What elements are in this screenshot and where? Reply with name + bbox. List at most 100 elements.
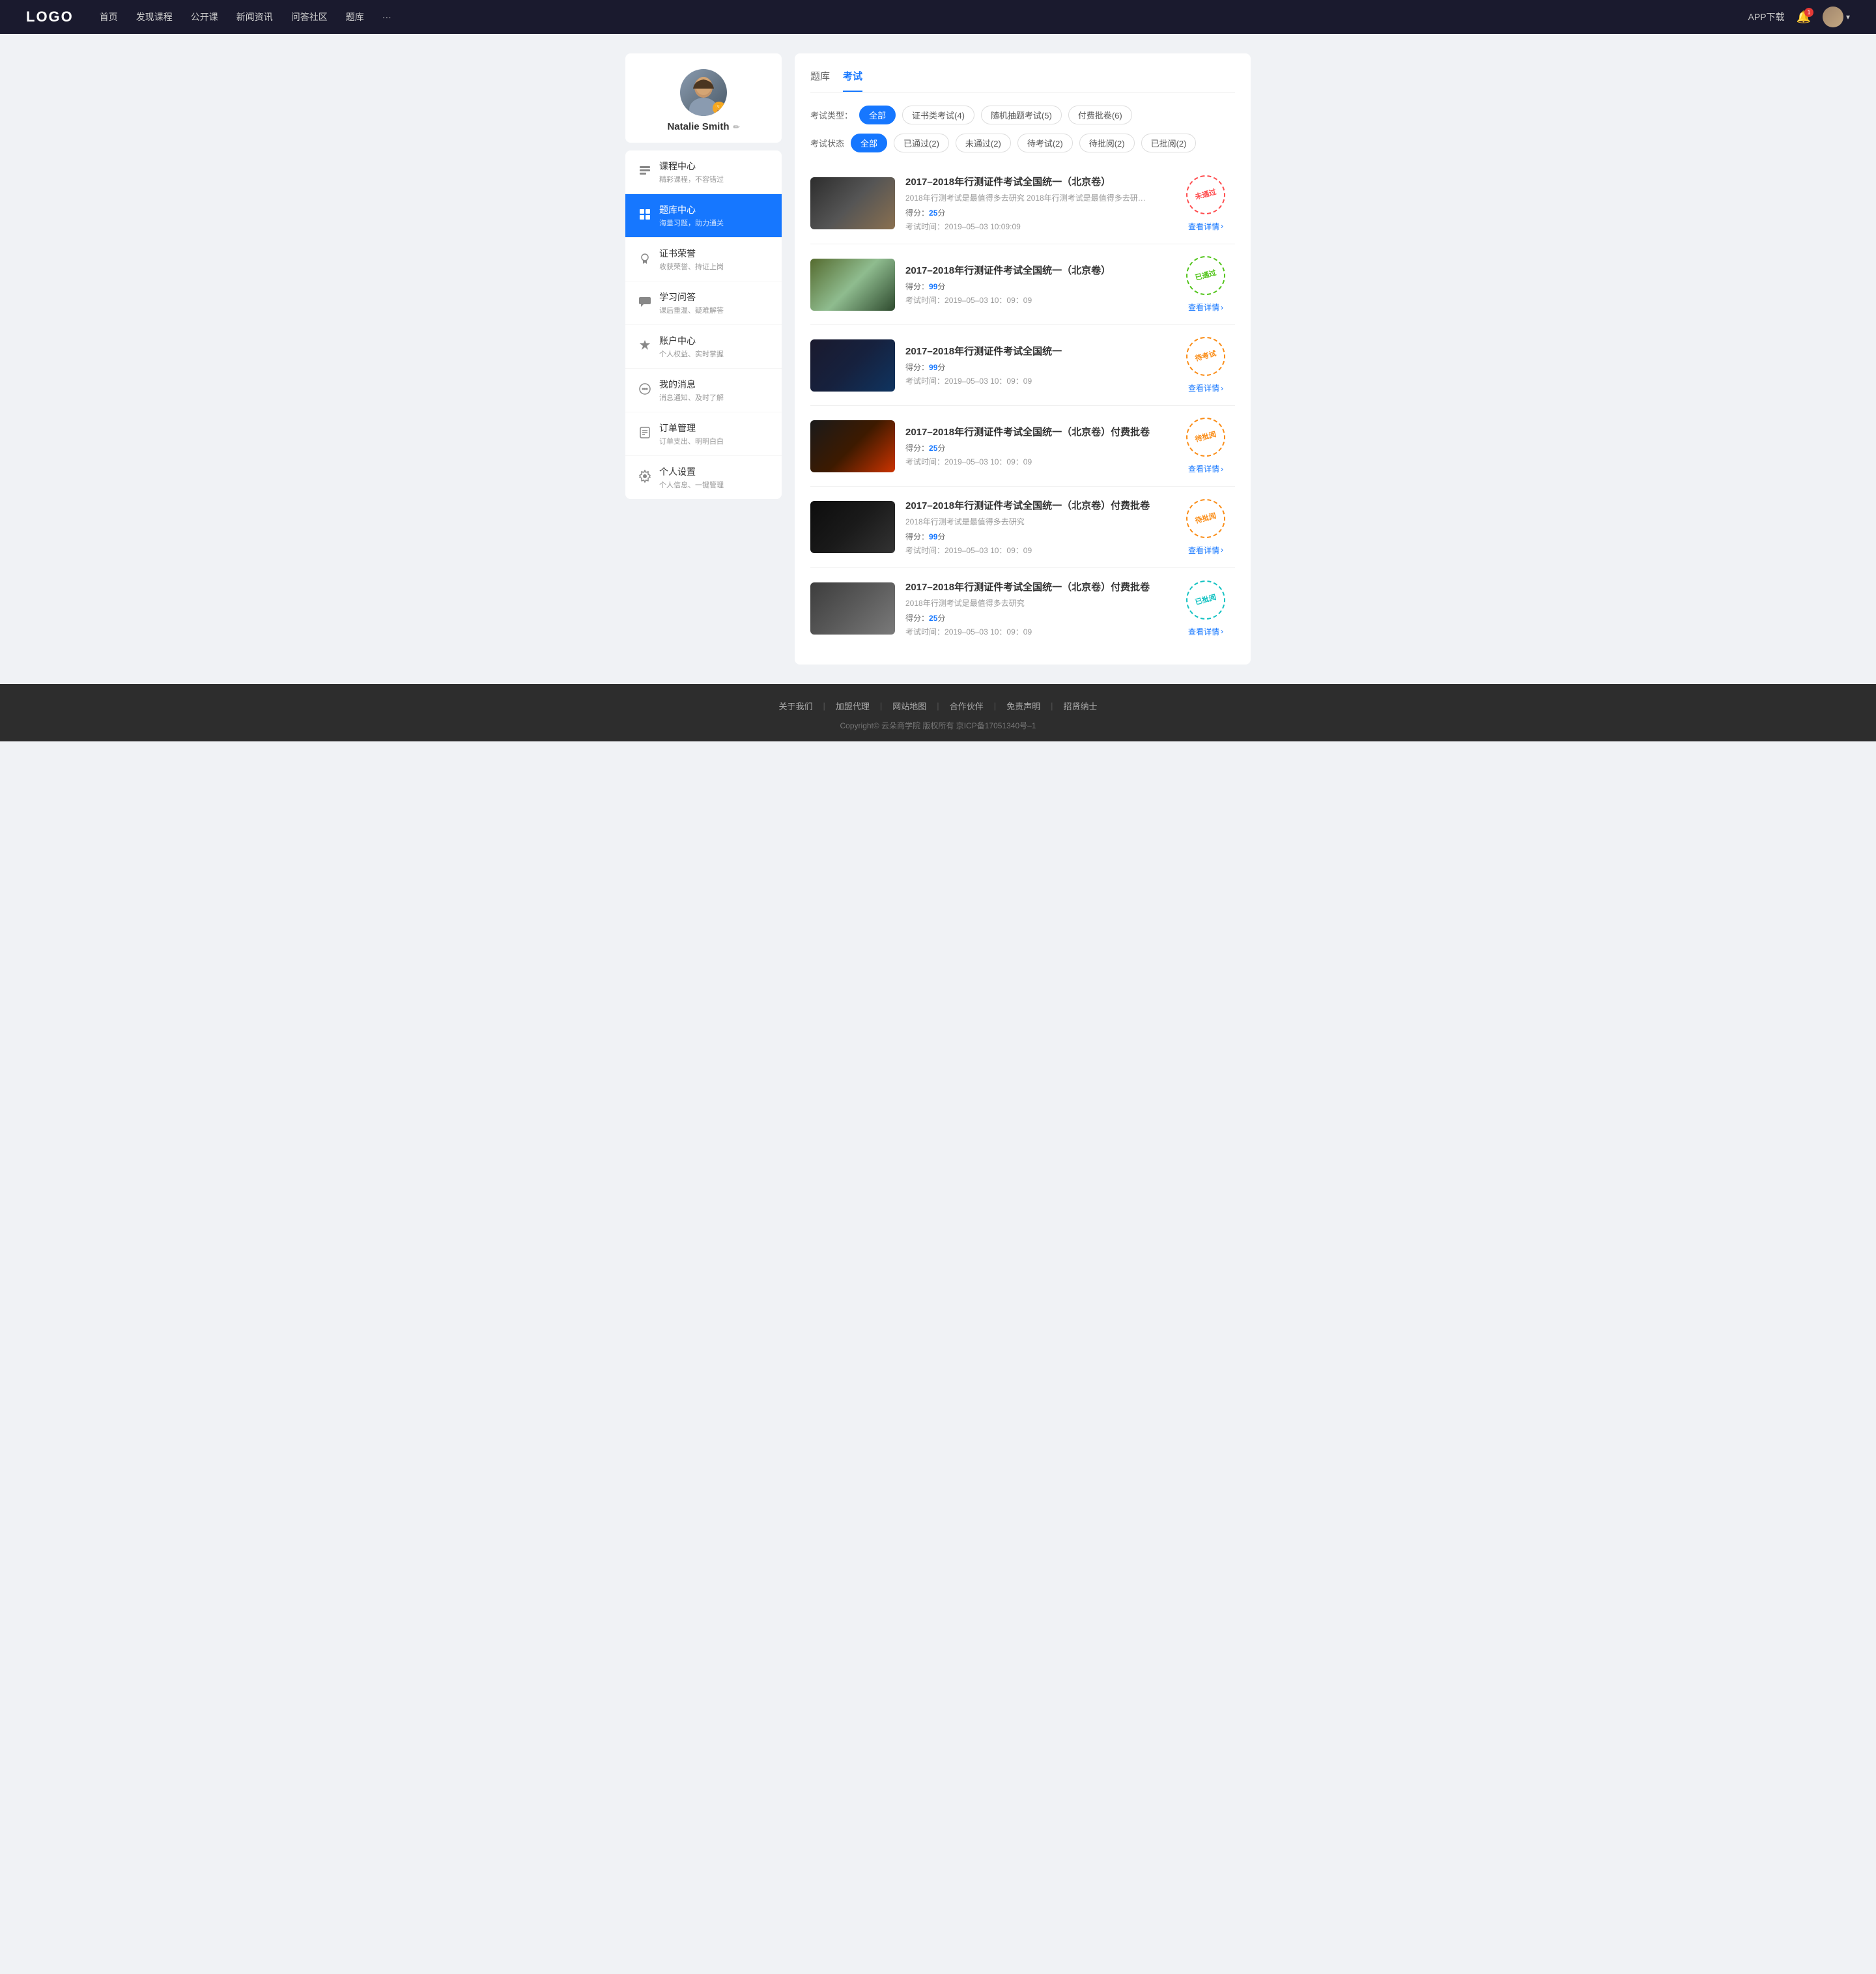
notification-badge: 1: [1804, 8, 1813, 17]
exam-desc-5: 2018年行测考试是最值得多去研究: [905, 516, 1153, 527]
status-stamp-3: 待考试: [1182, 332, 1229, 380]
footer-about[interactable]: 关于我们: [778, 700, 812, 712]
exam-item-4: 2017–2018年行测证件考试全国统一（北京卷）付费批卷 得分：25分 考试时…: [810, 406, 1235, 487]
view-detail-3[interactable]: 查看详情 ›: [1188, 382, 1223, 393]
sidebar-item-messages[interactable]: 我的消息 消息通知、及时了解: [625, 369, 782, 412]
exam-info-6: 2017–2018年行测证件考试全国统一（北京卷）付费批卷 2018年行测考试是…: [905, 580, 1166, 637]
view-detail-1[interactable]: 查看详情 ›: [1188, 221, 1223, 232]
messages-icon: [638, 382, 659, 399]
nav-discover[interactable]: 发现课程: [136, 10, 173, 23]
filter-status-failed[interactable]: 未通过(2): [956, 134, 1011, 152]
exam-right-4: 待批阅 查看详情 ›: [1176, 418, 1235, 474]
exam-info-5: 2017–2018年行测证件考试全国统一（北京卷）付费批卷 2018年行测考试是…: [905, 498, 1166, 556]
profile-name: Natalie Smith ✏: [636, 121, 771, 132]
filter-type-row: 考试类型： 全部 证书类考试(4) 随机抽题考试(5) 付费批卷(6): [810, 106, 1235, 124]
view-detail-5[interactable]: 查看详情 ›: [1188, 545, 1223, 556]
navbar: LOGO 首页 发现课程 公开课 新闻资讯 问答社区 题库 ··· APP下载 …: [0, 0, 1876, 34]
sidebar-item-account[interactable]: 账户中心 个人权益、实时掌握: [625, 325, 782, 369]
exam-thumb-3: [810, 339, 895, 392]
exam-item-1: 2017–2018年行测证件考试全国统一（北京卷） 2018年行测考试是最值得多…: [810, 163, 1235, 244]
course-center-text: 课程中心 精彩课程，不容错过: [659, 160, 769, 184]
exam-info-4: 2017–2018年行测证件考试全国统一（北京卷）付费批卷 得分：25分 考试时…: [905, 425, 1166, 467]
exam-desc-6: 2018年行测考试是最值得多去研究: [905, 597, 1153, 608]
exam-item-2: 2017–2018年行测证件考试全国统一（北京卷） 得分：99分 考试时间：20…: [810, 244, 1235, 325]
filter-status-all[interactable]: 全部: [851, 134, 887, 152]
exam-right-5: 待批阅 查看详情 ›: [1176, 499, 1235, 556]
view-detail-2[interactable]: 查看详情 ›: [1188, 302, 1223, 313]
avatar-badge: 🏆: [713, 102, 726, 115]
exam-thumb-6: [810, 582, 895, 635]
exam-time-3: 考试时间：2019–05–03 10：09：09: [905, 375, 1166, 386]
footer-careers[interactable]: 招贤纳士: [1064, 700, 1098, 712]
nav-qa[interactable]: 问答社区: [291, 10, 328, 23]
footer-partner[interactable]: 合作伙伴: [950, 700, 984, 712]
filter-type-paid[interactable]: 付费批卷(6): [1068, 106, 1132, 124]
nav-links: 首页 发现课程 公开课 新闻资讯 问答社区 题库 ···: [100, 10, 1748, 23]
exam-title-4: 2017–2018年行测证件考试全国统一（北京卷）付费批卷: [905, 425, 1166, 438]
sidebar-item-study-qa[interactable]: 学习问答 课后重温、疑难解答: [625, 281, 782, 325]
filter-type-cert[interactable]: 证书类考试(4): [902, 106, 974, 124]
exam-thumb-5: [810, 501, 895, 553]
study-qa-text: 学习问答 课后重温、疑难解答: [659, 291, 769, 315]
main-layout: 🏆 Natalie Smith ✏ 课程中心 精彩课程，不容错过: [612, 53, 1264, 665]
account-text: 账户中心 个人权益、实时掌握: [659, 334, 769, 359]
main-content: 题库 考试 考试类型： 全部 证书类考试(4) 随机抽题考试(5) 付费批卷(6…: [795, 53, 1251, 665]
navbar-right: APP下载 🔔 1 ▾: [1748, 7, 1850, 27]
nav-news[interactable]: 新闻资讯: [236, 10, 273, 23]
exam-title-6: 2017–2018年行测证件考试全国统一（北京卷）付费批卷: [905, 580, 1166, 594]
nav-open[interactable]: 公开课: [191, 10, 218, 23]
nav-more[interactable]: ···: [382, 12, 391, 22]
logo: LOGO: [26, 8, 74, 25]
status-stamp-4: 待批阅: [1182, 413, 1229, 461]
user-avatar-wrap[interactable]: ▾: [1823, 7, 1850, 27]
footer: 关于我们 | 加盟代理 | 网站地图 | 合作伙伴 | 免责声明 | 招贤纳士 …: [0, 684, 1876, 741]
exam-thumb-1: [810, 177, 895, 229]
filter-status-row: 考试状态 全部 已通过(2) 未通过(2) 待考试(2) 待批阅(2) 已批阅(…: [810, 134, 1235, 152]
filter-type-all[interactable]: 全部: [859, 106, 896, 124]
profile-edit-icon[interactable]: ✏: [733, 122, 739, 132]
exam-title-1: 2017–2018年行测证件考试全国统一（北京卷）: [905, 175, 1166, 188]
filter-status-pending[interactable]: 待考试(2): [1017, 134, 1073, 152]
exam-info-3: 2017–2018年行测证件考试全国统一 得分：99分 考试时间：2019–05…: [905, 344, 1166, 386]
footer-sitemap[interactable]: 网站地图: [892, 700, 926, 712]
filter-status-waiting-review[interactable]: 待批阅(2): [1079, 134, 1135, 152]
nav-home[interactable]: 首页: [100, 10, 118, 23]
exam-time-6: 考试时间：2019–05–03 10：09：09: [905, 626, 1166, 637]
exam-item-5: 2017–2018年行测证件考试全国统一（北京卷）付费批卷 2018年行测考试是…: [810, 487, 1235, 568]
view-detail-6[interactable]: 查看详情 ›: [1188, 626, 1223, 637]
view-detail-4[interactable]: 查看详情 ›: [1188, 463, 1223, 474]
messages-text: 我的消息 消息通知、及时了解: [659, 378, 769, 403]
exam-time-1: 考试时间：2019–05–03 10:09:09: [905, 221, 1166, 232]
footer-disclaimer[interactable]: 免责声明: [1006, 700, 1040, 712]
exam-info-1: 2017–2018年行测证件考试全国统一（北京卷） 2018年行测考试是最值得多…: [905, 175, 1166, 232]
orders-text: 订单管理 订单支出、明明白白: [659, 422, 769, 446]
app-download-button[interactable]: APP下载: [1748, 10, 1785, 23]
exam-score-6: 得分：25分: [905, 612, 1166, 623]
tab-question-bank[interactable]: 题库: [810, 69, 830, 92]
sidebar-item-orders[interactable]: 订单管理 订单支出、明明白白: [625, 412, 782, 456]
tab-exam[interactable]: 考试: [843, 69, 862, 92]
exam-right-3: 待考试 查看详情 ›: [1176, 337, 1235, 393]
exam-right-1: 未通过 查看详情 ›: [1176, 175, 1235, 232]
nav-question-bank[interactable]: 题库: [346, 10, 364, 23]
filter-type-random[interactable]: 随机抽题考试(5): [981, 106, 1062, 124]
sidebar-item-settings[interactable]: 个人设置 个人信息、一键管理: [625, 456, 782, 499]
sidebar-item-certificate[interactable]: 证书荣誉 收获荣誉、持证上岗: [625, 238, 782, 281]
notification-bell[interactable]: 🔔 1: [1797, 10, 1811, 24]
sidebar-item-course-center[interactable]: 课程中心 精彩课程，不容错过: [625, 150, 782, 194]
status-stamp-6: 已批阅: [1182, 576, 1229, 623]
exam-desc-1: 2018年行测考试是最值得多去研究 2018年行测考试是最值得多去研究 2018…: [905, 192, 1153, 203]
exam-item-3: 2017–2018年行测证件考试全国统一 得分：99分 考试时间：2019–05…: [810, 325, 1235, 406]
exam-score-1: 得分：25分: [905, 207, 1166, 218]
filter-status-passed[interactable]: 已通过(2): [894, 134, 949, 152]
user-menu-chevron: ▾: [1846, 12, 1850, 21]
exam-score-2: 得分：99分: [905, 281, 1166, 292]
sidebar-item-question-bank[interactable]: 题库中心 海量习题，助力通关: [625, 194, 782, 238]
exam-right-2: 已通过 查看详情 ›: [1176, 256, 1235, 313]
filter-status-reviewed[interactable]: 已批阅(2): [1141, 134, 1197, 152]
footer-copyright: Copyright© 云朵商学院 版权所有 京ICP备17051340号–1: [26, 720, 1850, 731]
orders-icon: [638, 426, 659, 442]
course-center-icon: [638, 164, 659, 180]
footer-agent[interactable]: 加盟代理: [836, 700, 870, 712]
exam-thumb-2: [810, 259, 895, 311]
